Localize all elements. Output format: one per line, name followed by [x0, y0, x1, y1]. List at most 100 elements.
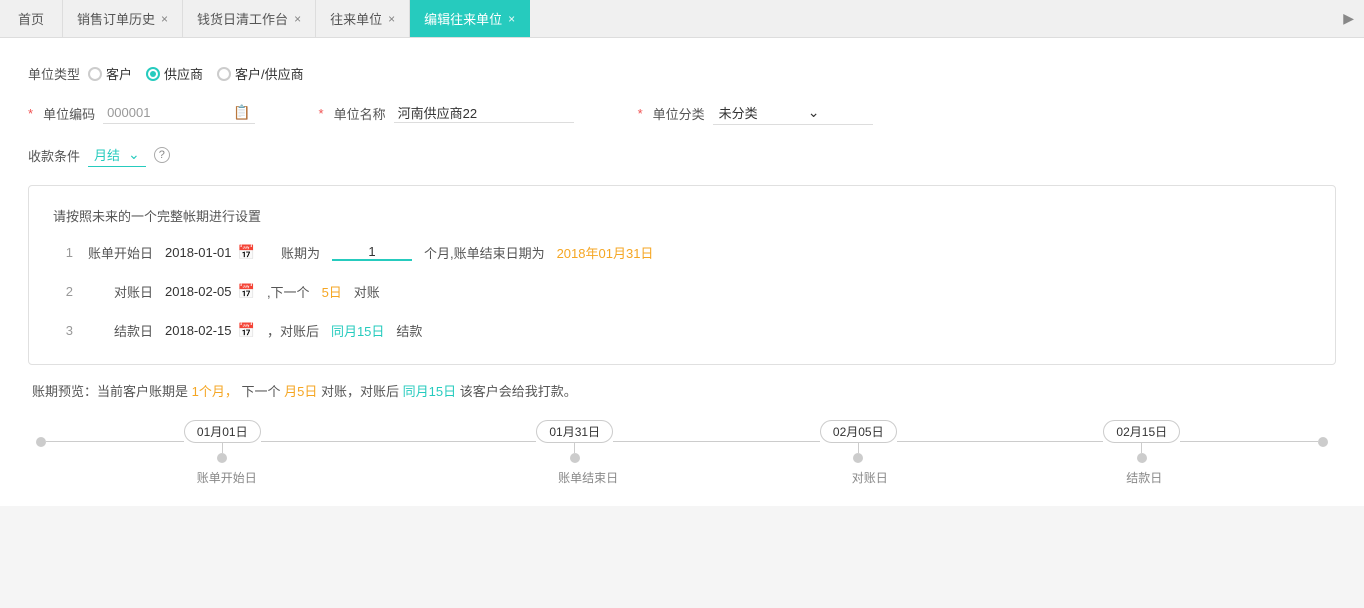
- payment-select[interactable]: 月结 ⌄: [88, 143, 146, 167]
- timeline-node-3: 02月05日: [820, 420, 897, 463]
- panel-row-3: 3 结款日 2018-02-15 📅 ，对账后 同月15日 结款: [53, 321, 1311, 340]
- preview-settle: 同月15日: [403, 384, 456, 399]
- row-value-2: 2018-02-05 📅: [165, 283, 255, 300]
- tab-partner[interactable]: 往来单位 ×: [316, 0, 410, 37]
- row-value-3: 2018-02-15 📅: [165, 322, 255, 339]
- timeline-left-end: [36, 437, 46, 447]
- tab-sales-history-label: 销售订单历史: [77, 9, 155, 28]
- preview-period: 1个月，: [192, 384, 238, 399]
- radio-customer-label: 客户: [106, 64, 132, 83]
- name-group: * 单位名称: [319, 103, 574, 123]
- tab-sales-history[interactable]: 销售订单历史 ×: [63, 0, 183, 37]
- settle-date-desc-suffix: 结款: [396, 321, 422, 340]
- close-cash-work[interactable]: ×: [294, 12, 301, 26]
- timeline-line-4: [897, 441, 1104, 442]
- radio-supplier-label: 供应商: [164, 64, 203, 83]
- settle-date-calendar-icon[interactable]: 📅: [238, 322, 255, 339]
- close-sales-history[interactable]: ×: [161, 12, 168, 26]
- unit-type-radio-group: 客户 供应商 客户/供应商: [88, 64, 304, 83]
- radio-customer-circle: [88, 67, 102, 81]
- timeline-date-1: 01月01日: [184, 420, 261, 443]
- period-input[interactable]: [332, 244, 412, 261]
- row-num-3: 3: [53, 323, 73, 338]
- timeline-node-1: 01月01日: [184, 420, 261, 463]
- account-date-text: 2018-02-05: [165, 284, 232, 299]
- settle-date-text: 2018-02-15: [165, 323, 232, 338]
- category-label: 单位分类: [653, 104, 705, 123]
- account-date-desc-prefix: ,下一个: [267, 282, 310, 301]
- row-num-2: 2: [53, 284, 73, 299]
- timeline-right-end: [1318, 437, 1328, 447]
- radio-supplier[interactable]: 供应商: [146, 64, 203, 83]
- unit-type-row: 单位类型 客户 供应商 客户/供应商: [28, 64, 1336, 83]
- account-date-highlight: 5日: [322, 282, 342, 301]
- radio-customer-supplier-label: 客户/供应商: [235, 64, 304, 83]
- tab-overflow-button[interactable]: ▶: [1333, 10, 1364, 27]
- timeline-line-5: [1180, 441, 1318, 442]
- timeline-date-2: 01月31日: [536, 420, 613, 443]
- timeline-line-1: [46, 441, 184, 442]
- end-date-highlight: 2018年01月31日: [557, 243, 654, 262]
- payment-help-icon[interactable]: ?: [154, 147, 170, 163]
- timeline-labels: 账单开始日 账单结束日 对账日 结款日: [28, 465, 1336, 486]
- timeline-dot-1: [217, 453, 227, 463]
- tab-partner-label: 往来单位: [330, 9, 382, 28]
- tab-edit-partner-label: 编辑往来单位: [424, 9, 502, 28]
- code-input[interactable]: [107, 105, 227, 120]
- timeline: 01月01日 01月31日 02月05日 02月15日: [28, 420, 1336, 463]
- radio-customer[interactable]: 客户: [88, 64, 132, 83]
- copy-icon[interactable]: 📋: [233, 104, 250, 121]
- payment-label: 收款条件: [28, 146, 80, 165]
- timeline-dot-4: [1137, 453, 1147, 463]
- tab-bar: 首页 销售订单历史 × 钱货日清工作台 × 往来单位 × 编辑往来单位 × ▶: [0, 0, 1364, 38]
- preview-prefix: 账期预览：当前客户账期是: [32, 384, 188, 399]
- row-label-2: 对账日: [85, 282, 153, 301]
- panel-title: 请按照未来的一个完整帐期进行设置: [53, 206, 1311, 225]
- category-select[interactable]: 未分类 ⌄: [713, 101, 873, 125]
- timeline-label-3: 对账日: [852, 469, 888, 486]
- timeline-vert-4: [1141, 443, 1142, 453]
- payment-group: 收款条件 月结 ⌄ ?: [28, 143, 170, 167]
- payment-dropdown-icon: ⌄: [128, 146, 140, 163]
- payment-row: 收款条件 月结 ⌄ ?: [28, 143, 1336, 167]
- timeline-date-3: 02月05日: [820, 420, 897, 443]
- preview-p2-prefix: 下一个: [242, 384, 281, 399]
- close-edit-partner[interactable]: ×: [508, 12, 515, 26]
- account-date-calendar-icon[interactable]: 📅: [238, 283, 255, 300]
- code-required-star: *: [28, 106, 33, 121]
- timeline-label-1: 账单开始日: [197, 469, 257, 486]
- settle-date-desc-prefix: ，对账后: [267, 321, 319, 340]
- code-name-category-row: * 单位编码 📋 * 单位名称 * 单位分类 未分类 ⌄: [28, 101, 1336, 125]
- unit-type-group: 单位类型 客户 供应商 客户/供应商: [28, 64, 304, 83]
- tab-cash-work[interactable]: 钱货日清工作台 ×: [183, 0, 316, 37]
- timeline-vert-1: [222, 443, 223, 453]
- account-date-desc-suffix: 对账: [354, 282, 380, 301]
- close-partner[interactable]: ×: [388, 12, 395, 26]
- name-input[interactable]: [394, 103, 574, 123]
- tab-home[interactable]: 首页: [0, 0, 63, 37]
- period-unit: 个月,账单结束日期为: [424, 243, 545, 262]
- timeline-dot-3: [853, 453, 863, 463]
- category-dropdown-icon: ⌄: [808, 104, 820, 121]
- period-for-label: 账期为: [281, 243, 320, 262]
- timeline-dot-2: [570, 453, 580, 463]
- timeline-line-2: [261, 441, 537, 442]
- row-value-1: 2018-01-01 📅: [165, 244, 255, 261]
- main-content: 单位类型 客户 供应商 客户/供应商 * 单位编码: [0, 38, 1364, 506]
- timeline-vert-3: [858, 443, 859, 453]
- code-input-wrapper: 📋: [103, 102, 254, 124]
- timeline-vert-2: [574, 443, 575, 453]
- preview-text: 账期预览：当前客户账期是 1个月， 下一个 月5日 对账，对账后 同月15日 该…: [28, 381, 1336, 400]
- code-label: 单位编码: [43, 104, 95, 123]
- tab-cash-work-label: 钱货日清工作台: [197, 9, 288, 28]
- radio-customer-supplier[interactable]: 客户/供应商: [217, 64, 304, 83]
- name-label: 单位名称: [334, 104, 386, 123]
- name-required-star: *: [319, 106, 324, 121]
- start-date-calendar-icon[interactable]: 📅: [238, 244, 255, 261]
- preview-suffix: 该客户会给我打款。: [460, 384, 577, 399]
- timeline-date-4: 02月15日: [1103, 420, 1180, 443]
- panel-row-1: 1 账单开始日 2018-01-01 📅 账期为 个月,账单结束日期为 2018…: [53, 243, 1311, 262]
- preview-period2: 月5日: [284, 384, 317, 399]
- tab-edit-partner[interactable]: 编辑往来单位 ×: [410, 0, 530, 37]
- radio-customer-supplier-circle: [217, 67, 231, 81]
